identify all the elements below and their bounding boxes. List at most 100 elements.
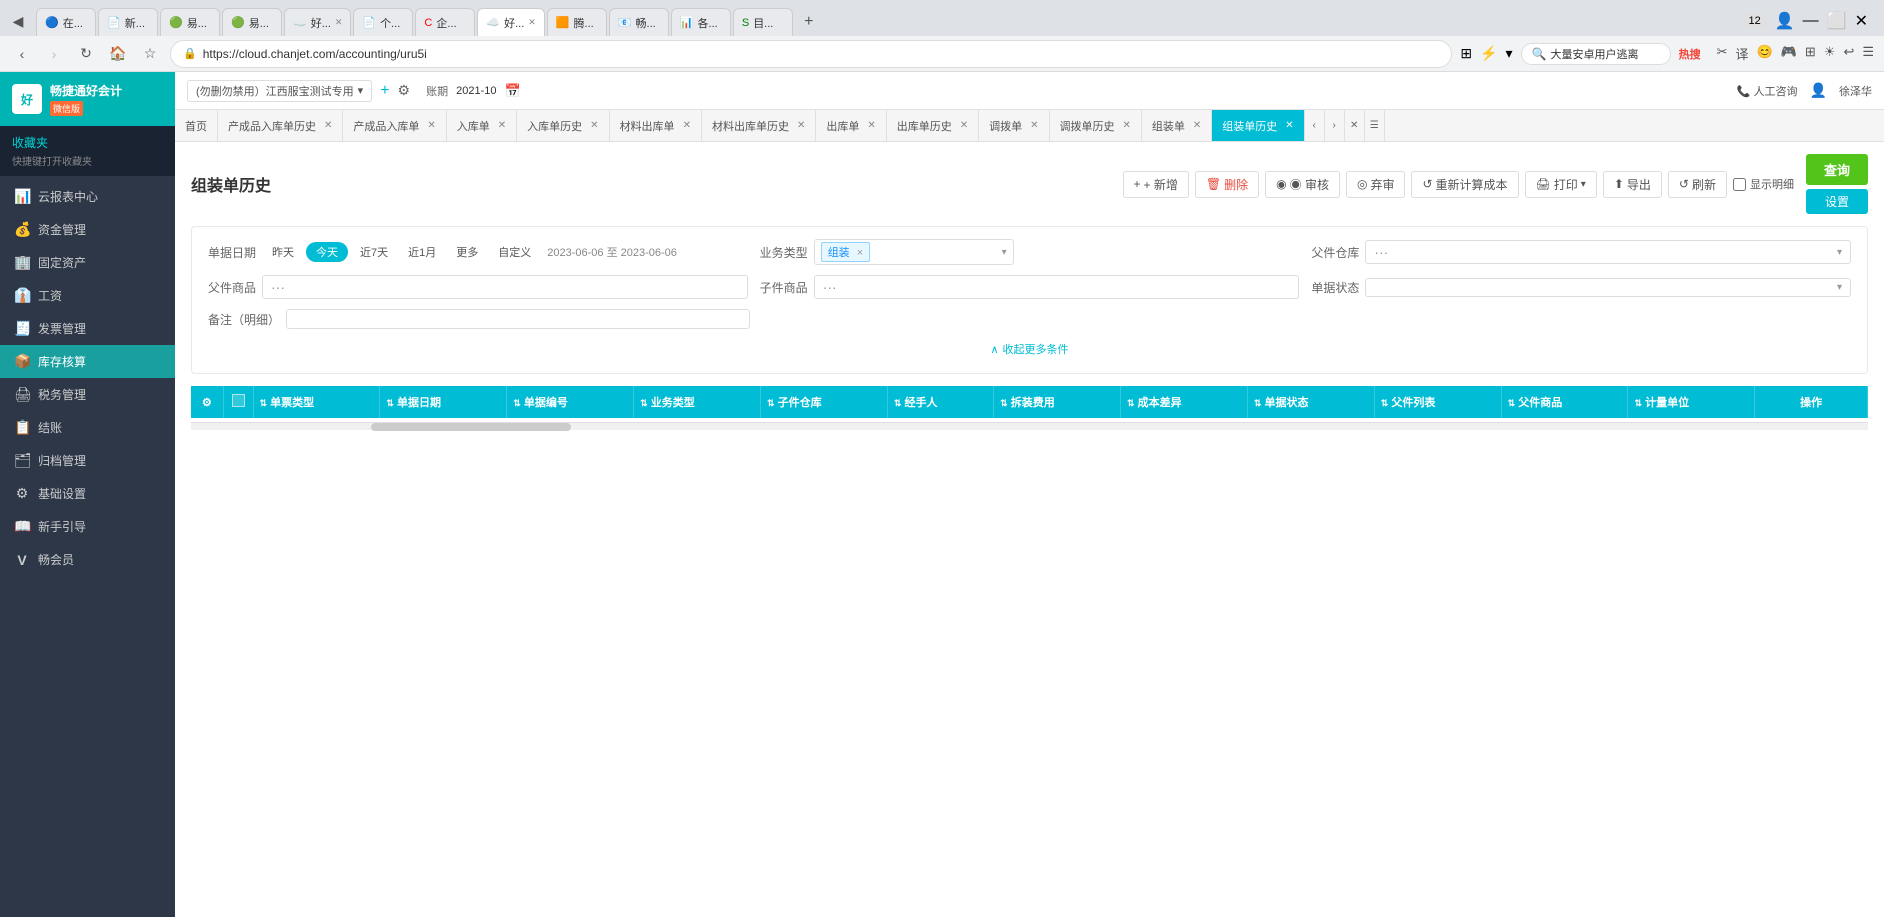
browser-tab-6[interactable]: 📄个... <box>353 8 413 36</box>
parent-warehouse-dropdown[interactable]: ▾ <box>1837 247 1842 258</box>
reload-btn[interactable]: ↻ <box>74 42 98 66</box>
col-parent-list[interactable]: ⇅ 父件列表 <box>1374 386 1501 418</box>
calendar-icon[interactable]: 📅 <box>504 83 520 99</box>
tab-in-order[interactable]: 入库单 ✕ <box>447 110 517 142</box>
service-btn[interactable]: 📞 人工咨询 <box>1737 83 1798 99</box>
sidebar-item-salary[interactable]: 👔 工资 <box>0 279 175 312</box>
col-unit[interactable]: ⇅ 计量单位 <box>1628 386 1755 418</box>
close-tab-9[interactable]: ✕ <box>1030 120 1038 131</box>
grid-icon[interactable]: ⊞ <box>1805 44 1816 63</box>
parent-item-dots[interactable]: ··· <box>271 279 285 295</box>
home-btn[interactable]: 🏠 <box>106 42 130 66</box>
close-tab-10[interactable]: ✕ <box>1123 120 1131 131</box>
browser-tab-9[interactable]: 🟧腾... <box>547 8 607 36</box>
col-checkbox[interactable] <box>223 386 253 418</box>
sidebar-item-guide[interactable]: 📖 新手引导 <box>0 510 175 543</box>
sidebar-item-checkout[interactable]: 📋 结账 <box>0 411 175 444</box>
favorites-section[interactable]: 收藏夹 快捷键打开收藏夹 <box>0 126 175 176</box>
browser-tab-8[interactable]: ☁️好...✕ <box>477 8 544 36</box>
tab-product-in-history[interactable]: 产成品入库单历史 ✕ <box>218 110 343 142</box>
date-btn-7days[interactable]: 近7天 <box>352 242 396 262</box>
address-bar[interactable]: 🔒 https://cloud.chanjet.com/accounting/u… <box>170 40 1452 68</box>
tabbar-left-arrow[interactable]: ‹ <box>1305 110 1325 142</box>
query-btn[interactable]: 查询 <box>1806 154 1868 185</box>
sidebar-item-reports[interactable]: 📊 云报表中心 <box>0 180 175 213</box>
col-child-warehouse[interactable]: ⇅ 子件仓库 <box>761 386 888 418</box>
close-tab-4[interactable]: ✕ <box>590 120 598 131</box>
sidebar-item-archive[interactable]: 🗂 归档管理 <box>0 444 175 477</box>
biz-type-dropdown[interactable]: ▾ <box>1002 247 1007 258</box>
tab-assembly-history[interactable]: 组装单历史 ✕ <box>1212 110 1304 142</box>
forward-nav-btn[interactable]: › <box>42 42 66 66</box>
sidebar-item-settings[interactable]: ⚙ 基础设置 <box>0 477 175 510</box>
biz-type-tag-close[interactable]: × <box>857 247 863 259</box>
abandon-btn[interactable]: ◎ 弃审 <box>1346 171 1406 198</box>
col-handler[interactable]: ⇅ 经手人 <box>887 386 993 418</box>
browser-tab-7[interactable]: C企... <box>415 8 475 36</box>
close-btn[interactable]: ✕ <box>1855 11 1868 31</box>
close-tab-2[interactable]: ✕ <box>427 120 435 131</box>
game-icon[interactable]: 🎮 <box>1781 44 1797 63</box>
lightning-btn[interactable]: ⚡ <box>1480 45 1497 62</box>
date-btn-1month[interactable]: 近1月 <box>400 242 444 262</box>
browser-tab-3[interactable]: 🟢易... <box>160 8 220 36</box>
refresh-btn[interactable]: ↺ 刷新 <box>1668 171 1727 198</box>
col-disassemble-fee[interactable]: ⇅ 拆装费用 <box>994 386 1121 418</box>
display-detail-check[interactable]: 显示明细 <box>1733 176 1794 192</box>
tab-home[interactable]: 首页 <box>175 110 218 142</box>
col-parent-item[interactable]: ⇅ 父件商品 <box>1501 386 1628 418</box>
sidebar-item-inventory[interactable]: 📦 库存核算 <box>0 345 175 378</box>
close-tab-1[interactable]: ✕ <box>324 120 332 131</box>
minimize-btn[interactable]: — <box>1803 12 1819 30</box>
recalc-btn[interactable]: ↺ 重新计算成本 <box>1411 171 1518 198</box>
tabbar-close-btn[interactable]: ✕ <box>1345 110 1365 142</box>
scissors-icon[interactable]: ✂ <box>1717 44 1728 63</box>
date-btn-yesterday[interactable]: 昨天 <box>264 242 302 262</box>
select-all-checkbox[interactable] <box>232 394 245 407</box>
col-doc-status[interactable]: ⇅ 单据状态 <box>1247 386 1374 418</box>
col-doc-date[interactable]: ⇅ 单据日期 <box>380 386 507 418</box>
bookmark-btn[interactable]: ☆ <box>138 42 162 66</box>
browser-tab-11[interactable]: 📊各... <box>671 8 731 36</box>
delete-btn[interactable]: 🗑 删除 <box>1195 171 1259 198</box>
child-item-dots[interactable]: ··· <box>823 279 837 295</box>
back-btn[interactable]: ◀ <box>8 11 28 31</box>
qr-icon[interactable]: ⊞ <box>1460 45 1472 62</box>
close-tab-8[interactable]: ✕ <box>960 120 968 131</box>
col-settings[interactable]: ⚙ <box>191 386 223 418</box>
date-btn-custom[interactable]: 自定义 <box>490 242 539 262</box>
nav-more-btn[interactable]: ▾ <box>1506 45 1513 62</box>
emoji-icon[interactable]: 😊 <box>1757 44 1773 63</box>
maximize-btn[interactable]: ⬜ <box>1827 11 1847 31</box>
close-tab-3[interactable]: ✕ <box>498 120 506 131</box>
tab-in-history[interactable]: 入库单历史 ✕ <box>517 110 609 142</box>
browser-tab-1[interactable]: 🔵在... <box>36 8 96 36</box>
sidebar-item-tax[interactable]: 🖨 税务管理 <box>0 378 175 411</box>
sidebar-item-vip[interactable]: V 畅会员 <box>0 543 175 576</box>
export-btn[interactable]: ⬆ 导出 <box>1603 171 1662 198</box>
undo-icon[interactable]: ↩ <box>1843 44 1854 63</box>
sidebar-item-funds[interactable]: 💰 资金管理 <box>0 213 175 246</box>
tab-out-history[interactable]: 出库单历史 ✕ <box>887 110 979 142</box>
col-biz-type[interactable]: ⇅ 业务类型 <box>634 386 761 418</box>
add-company-btn[interactable]: + <box>380 82 389 100</box>
tab-material-out[interactable]: 材料出库单 ✕ <box>610 110 702 142</box>
browser-tab-5[interactable]: ☁️好...✕ <box>284 8 351 36</box>
close-tab-6[interactable]: ✕ <box>797 120 805 131</box>
settings-btn[interactable]: 设置 <box>1806 189 1868 214</box>
tab-transfer[interactable]: 调拨单 ✕ <box>979 110 1049 142</box>
new-tab-btn[interactable]: + <box>795 8 823 36</box>
browser-tab-10[interactable]: 📧畅... <box>609 8 669 36</box>
parent-warehouse-dots[interactable]: ··· <box>1374 244 1388 260</box>
browser-tab-2[interactable]: 📄新... <box>98 8 158 36</box>
close-tab-11[interactable]: ✕ <box>1193 120 1201 131</box>
sidebar-item-assets[interactable]: 🏢 固定资产 <box>0 246 175 279</box>
col-doc-number[interactable]: ⇅ 单据编号 <box>507 386 634 418</box>
tab-material-out-history[interactable]: 材料出库单历史 ✕ <box>702 110 816 142</box>
col-doc-type[interactable]: ⇅ 单票类型 <box>253 386 380 418</box>
browser-tab-4[interactable]: 🟢易... <box>222 8 282 36</box>
date-btn-more[interactable]: 更多 <box>448 242 486 262</box>
print-btn[interactable]: 🖨 打印 ▾ <box>1525 171 1597 198</box>
col-cost-diff[interactable]: ⇅ 成本差异 <box>1120 386 1247 418</box>
audit-btn[interactable]: ◉ ◉ 审核 <box>1265 171 1340 198</box>
